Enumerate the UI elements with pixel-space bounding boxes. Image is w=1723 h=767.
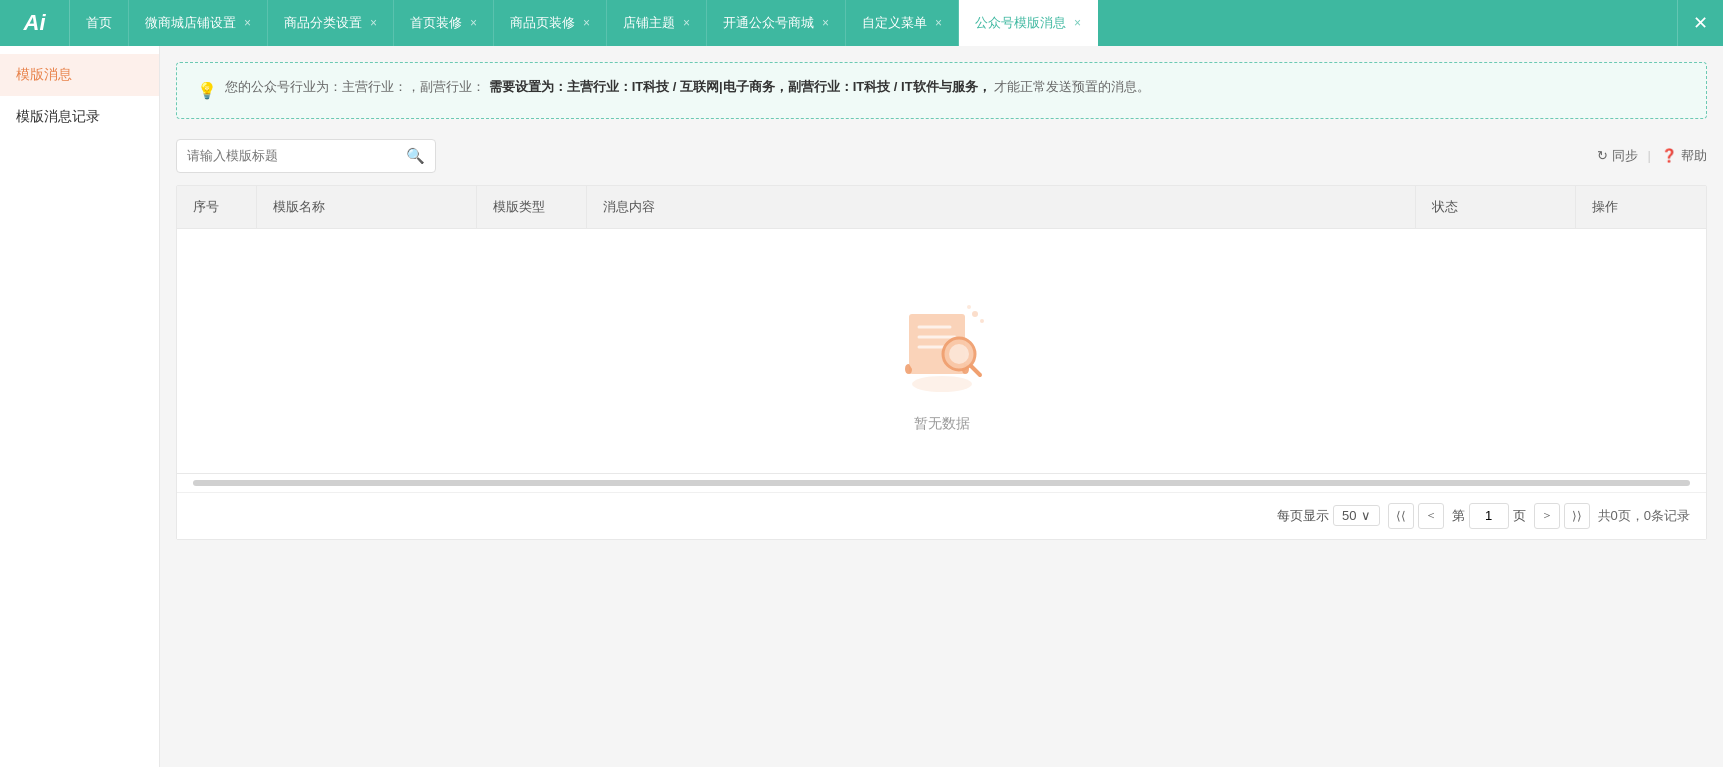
scrollbar-row [177,473,1706,492]
bulb-icon: 💡 [197,78,217,104]
tab-close-category-settings[interactable]: × [370,16,377,30]
pagination-row: 每页显示 50 ∨ ⟨⟨ ＜ 第 页 ＞ ⟩⟩ [177,492,1706,539]
topbar-tabs: 首页微商城店铺设置×商品分类设置×首页装修×商品页装修×店铺主题×开通公众号商城… [70,0,1677,46]
empty-illustration [887,289,997,399]
page-nav-buttons: ⟨⟨ ＜ [1388,503,1444,529]
first-page-button[interactable]: ⟨⟨ [1388,503,1414,529]
di-label: 第 [1452,507,1465,525]
topbar-tab-template-msg[interactable]: 公众号模版消息× [959,0,1098,46]
topbar-tab-product-decor[interactable]: 商品页装修× [494,0,607,46]
th-content: 消息内容 [587,186,1416,228]
close-all-button[interactable]: ✕ [1677,0,1723,46]
search-icon[interactable]: 🔍 [406,147,425,165]
svg-point-8 [980,319,984,323]
toolbar-row: 🔍 ↻ 同步 | ❓ 帮助 [176,139,1707,173]
topbar-tab-home[interactable]: 首页 [70,0,129,46]
tab-close-template-msg[interactable]: × [1074,16,1081,30]
sync-label: 同步 [1612,147,1638,165]
logo: Ai [0,0,70,46]
tab-close-open-mall[interactable]: × [822,16,829,30]
topbar-tab-open-mall[interactable]: 开通公众号商城× [707,0,846,46]
svg-point-0 [912,376,972,392]
logo-text: Ai [24,10,46,36]
page-label: 页 [1513,507,1526,525]
refresh-icon: ↻ [1597,148,1608,163]
main-layout: 模版消息模版消息记录 💡 您的公众号行业为：主营行业：，副营行业： 需要设置为：… [0,46,1723,767]
topbar-tab-home-decor[interactable]: 首页装修× [394,0,494,46]
alert-text: 您的公众号行业为：主营行业：，副营行业： 需要设置为：主营行业：IT科技 / 互… [225,77,1150,98]
page-size-dropdown[interactable]: 50 ∨ [1333,505,1379,526]
topbar: Ai 首页微商城店铺设置×商品分类设置×首页装修×商品页装修×店铺主题×开通公众… [0,0,1723,46]
svg-point-7 [972,311,978,317]
empty-text: 暂无数据 [914,415,970,433]
tab-close-custom-menu[interactable]: × [935,16,942,30]
th-type: 模版类型 [477,186,587,228]
last-page-button[interactable]: ⟩⟩ [1564,503,1590,529]
total-text: 共0页，0条记录 [1598,507,1690,525]
tab-close-shop-settings[interactable]: × [244,16,251,30]
prev-page-button[interactable]: ＜ [1418,503,1444,529]
table-header: 序号模版名称模版类型消息内容状态操作 [177,186,1706,229]
alert-banner: 💡 您的公众号行业为：主营行业：，副营行业： 需要设置为：主营行业：IT科技 /… [176,62,1707,119]
tab-close-store-theme[interactable]: × [683,16,690,30]
th-action: 操作 [1576,186,1706,228]
page-nav-buttons-right: ＞ ⟩⟩ [1534,503,1590,529]
divider: | [1648,148,1651,163]
alert-suffix: 才能正常发送预置的消息。 [994,79,1150,94]
th-name: 模版名称 [257,186,477,228]
search-input[interactable] [187,148,406,163]
page-size-value: 50 [1342,508,1356,523]
page-size-label: 每页显示 [1277,507,1329,525]
svg-line-6 [971,366,980,375]
help-label: 帮助 [1681,147,1707,165]
toolbar-right: ↻ 同步 | ❓ 帮助 [1597,147,1707,165]
sidebar-item-template-msg[interactable]: 模版消息 [0,54,159,96]
data-table: 序号模版名称模版类型消息内容状态操作 [176,185,1707,540]
sidebar-item-template-msg-record[interactable]: 模版消息记录 [0,96,159,138]
search-box[interactable]: 🔍 [176,139,436,173]
chevron-down-icon: ∨ [1361,508,1371,523]
help-icon: ❓ [1661,148,1677,163]
content-area: 💡 您的公众号行业为：主营行业：，副营行业： 需要设置为：主营行业：IT科技 /… [160,46,1723,767]
topbar-tab-category-settings[interactable]: 商品分类设置× [268,0,394,46]
page-input-wrap: 第 页 [1452,503,1526,529]
topbar-tab-shop-settings[interactable]: 微商城店铺设置× [129,0,268,46]
sidebar: 模版消息模版消息记录 [0,46,160,767]
svg-point-5 [949,344,969,364]
th-seq: 序号 [177,186,257,228]
tab-close-product-decor[interactable]: × [583,16,590,30]
page-number-input[interactable] [1469,503,1509,529]
scrollbar-track[interactable] [193,480,1690,486]
topbar-tab-store-theme[interactable]: 店铺主题× [607,0,707,46]
sync-button[interactable]: ↻ 同步 [1597,147,1638,165]
alert-prefix: 您的公众号行业为：主营行业：，副营行业： [225,79,485,94]
page-size-select: 每页显示 50 ∨ [1277,505,1379,526]
help-button[interactable]: ❓ 帮助 [1661,147,1707,165]
th-status: 状态 [1416,186,1576,228]
svg-point-9 [967,305,971,309]
next-page-button[interactable]: ＞ [1534,503,1560,529]
topbar-tab-custom-menu[interactable]: 自定义菜单× [846,0,959,46]
tab-close-home-decor[interactable]: × [470,16,477,30]
alert-highlight: 需要设置为：主营行业：IT科技 / 互联网|电子商务，副营行业：IT科技 / I… [489,79,991,94]
empty-state: 暂无数据 [177,229,1706,473]
